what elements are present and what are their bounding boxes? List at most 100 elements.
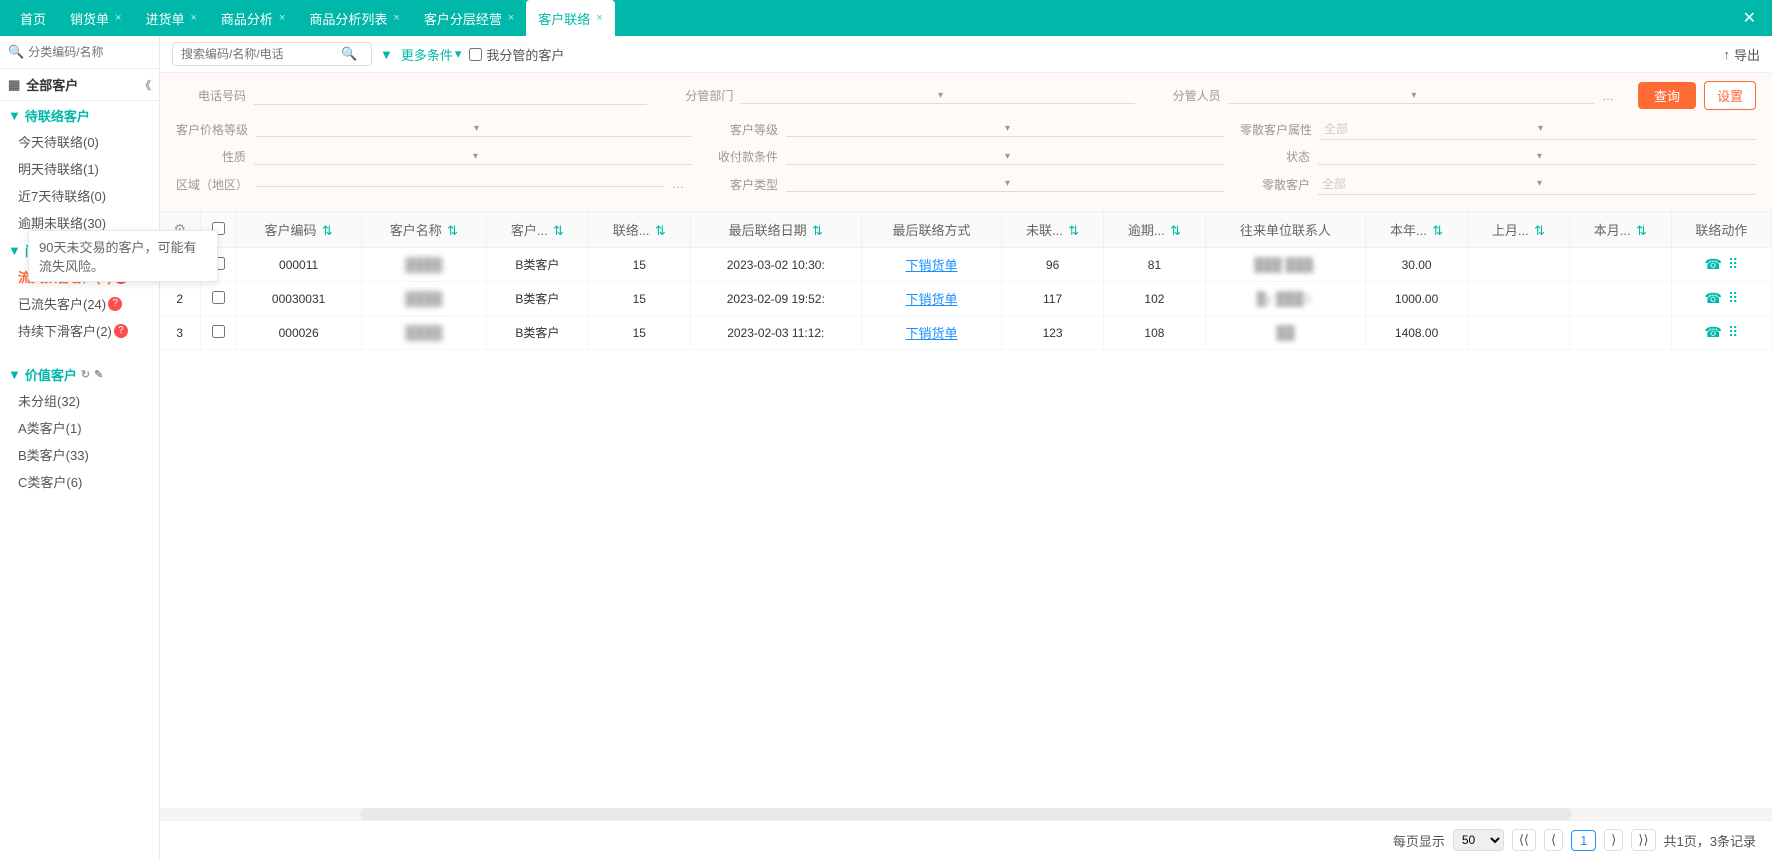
col-overdue: 逾期... ⇅ (1104, 212, 1206, 248)
sidebar-item-churned[interactable]: 已流失客户(24) ? (0, 290, 159, 317)
sidebar-item-declining[interactable]: 持续下滑客户(2) ? (0, 317, 159, 344)
group-pending-contact[interactable]: ▼ 待联络客户 (0, 101, 159, 128)
table-area: ⚙ 客户编码 ⇅ 客户名称 ⇅ (160, 212, 1772, 808)
phone-input[interactable] (254, 86, 647, 105)
sidebar-all-customers[interactable]: ▦ 全部客户 《 (0, 69, 159, 101)
my-customers-filter[interactable]: 我分管的客户 (469, 45, 564, 64)
expand-arrow-problem-icon: ▼ (8, 243, 21, 258)
last-page-button[interactable]: ⟩⟩ (1631, 829, 1655, 851)
sort-type-icon[interactable]: ⇅ (553, 223, 564, 238)
query-button[interactable]: 查询 (1638, 82, 1696, 109)
nav-sales[interactable]: 销货单 × (58, 0, 133, 36)
refresh-icon[interactable]: ↻ (81, 368, 90, 381)
row-last-contact-method[interactable]: 下销货单 (861, 282, 1001, 316)
sidebar-item-tomorrow[interactable]: 明天待联络(1) (0, 155, 159, 182)
row-action-cell: ☎ ⠿ (1671, 248, 1771, 282)
contact-method-link[interactable]: 下销货单 (906, 292, 958, 307)
close-product-analysis-icon[interactable]: × (279, 12, 285, 24)
contact-method-link[interactable]: 下销货单 (906, 326, 958, 341)
customer-type-select[interactable]: ▾ (786, 176, 1224, 192)
close-customer-segmentation-icon[interactable]: × (508, 12, 514, 24)
sort-thismonth-icon[interactable]: ⇅ (1636, 223, 1647, 238)
row-this-year: 1000.00 (1366, 282, 1468, 316)
search-box: 🔍 (172, 42, 372, 66)
nav-purchase[interactable]: 进货单 × (133, 0, 208, 36)
prev-page-button[interactable]: ⟨ (1544, 829, 1563, 851)
sort-contact-icon[interactable]: ⇅ (655, 223, 666, 238)
contact-icon[interactable]: ☎ (1705, 256, 1722, 273)
sort-name-icon[interactable]: ⇅ (447, 223, 458, 238)
col-customer-type: 客户... ⇅ (486, 212, 588, 248)
sidebar-search-input[interactable] (28, 45, 160, 59)
row-last-month (1468, 248, 1570, 282)
col-this-month: 本月... ⇅ (1569, 212, 1671, 248)
sort-uncontacted-icon[interactable]: ⇅ (1068, 223, 1079, 238)
more-action-icon[interactable]: ⠿ (1728, 290, 1738, 307)
more-conditions-button[interactable]: 更多条件 ▾ (401, 45, 462, 64)
sort-year-icon[interactable]: ⇅ (1432, 223, 1443, 238)
close-purchase-icon[interactable]: × (190, 12, 196, 24)
col-code: 客户编码 ⇅ (236, 212, 361, 248)
contact-method-link[interactable]: 下销货单 (906, 258, 958, 273)
retail-customer-select[interactable]: 全部 ▾ (1318, 173, 1756, 195)
sort-code-icon[interactable]: ⇅ (322, 223, 333, 238)
first-page-button[interactable]: ⟨⟨ (1512, 829, 1536, 851)
more-region-icon[interactable]: … (664, 177, 692, 191)
more-person-icon[interactable]: … (1594, 89, 1622, 103)
sort-overdue-icon[interactable]: ⇅ (1170, 223, 1181, 238)
dept-select[interactable]: ▾ (741, 88, 1134, 104)
close-product-analysis-list-icon[interactable]: × (393, 12, 399, 24)
chevron-down-dept-icon: ▾ (938, 90, 1131, 101)
next-page-button[interactable]: ⟩ (1604, 829, 1623, 851)
payment-select[interactable]: ▾ (786, 149, 1224, 165)
close-sales-icon[interactable]: × (115, 12, 121, 24)
sidebar-item-today[interactable]: 今天待联络(0) (0, 128, 159, 155)
customer-level-select[interactable]: ▾ (786, 121, 1224, 137)
nav-product-analysis[interactable]: 商品分析 × (209, 0, 297, 36)
contact-icon[interactable]: ☎ (1705, 290, 1722, 307)
sort-lastmonth-icon[interactable]: ⇅ (1534, 223, 1545, 238)
sidebar-item-class-b[interactable]: B类客户(33) (0, 441, 159, 468)
status-select[interactable]: ▾ (1318, 149, 1756, 165)
row-last-contact-method[interactable]: 下销货单 (861, 248, 1001, 282)
close-customer-contact-icon[interactable]: × (596, 12, 602, 24)
more-action-icon[interactable]: ⠿ (1728, 256, 1738, 273)
row-last-contact-method[interactable]: 下销货单 (861, 316, 1001, 350)
row-overdue: 108 (1104, 316, 1206, 350)
per-page-select[interactable]: 50 100 200 (1453, 829, 1504, 851)
sort-date-icon[interactable]: ⇅ (812, 223, 823, 238)
sidebar-item-7days[interactable]: 近7天待联络(0) (0, 182, 159, 209)
my-customers-checkbox[interactable] (469, 48, 482, 61)
window-close-icon[interactable]: ✕ (1735, 8, 1764, 28)
edit-icon[interactable]: ✎ (94, 368, 103, 381)
search-button[interactable]: 🔍 (341, 46, 357, 62)
group-value-customers[interactable]: ▼ 价值客户 ↻ ✎ (0, 360, 159, 387)
sidebar-item-class-a[interactable]: A类客户(1) (0, 414, 159, 441)
nav-customer-contact[interactable]: 客户联络 × (526, 0, 614, 36)
settings-button[interactable]: 设置 (1704, 81, 1756, 110)
export-button[interactable]: ↑ 导出 (1723, 45, 1760, 64)
region-select[interactable] (256, 182, 664, 187)
sidebar-item-ungroup[interactable]: 未分组(32) (0, 387, 159, 414)
nav-home[interactable]: 首页 (8, 0, 58, 36)
row-checkbox[interactable] (212, 325, 225, 338)
row-customer-type: B类客户 (486, 316, 588, 350)
filter-customer-type: 客户类型 ▾ (708, 176, 1224, 193)
tooltip-box: 90天未交易的客户，可能有流失风险。 (28, 230, 160, 282)
search-input[interactable] (181, 47, 341, 61)
row-action-cell: ☎ ⠿ (1671, 282, 1771, 316)
filter-person: 分管人员 ▾ … (1151, 87, 1622, 104)
sidebar-item-class-c[interactable]: C类客户(6) (0, 468, 159, 495)
row-checkbox[interactable] (212, 291, 225, 304)
filter-icon: ▼ (380, 47, 393, 62)
price-level-select[interactable]: ▾ (256, 121, 692, 137)
current-page: 1 (1571, 830, 1596, 851)
horizontal-scrollbar[interactable] (160, 808, 1772, 820)
nav-customer-segmentation[interactable]: 客户分层经营 × (412, 0, 526, 36)
retail-attr-select[interactable]: 全部 ▾ (1320, 118, 1756, 140)
nature-select[interactable]: ▾ (254, 149, 692, 165)
more-action-icon[interactable]: ⠿ (1728, 324, 1738, 341)
nav-product-analysis-list[interactable]: 商品分析列表 × (297, 0, 411, 36)
person-select[interactable]: ▾ (1229, 88, 1594, 104)
contact-icon[interactable]: ☎ (1705, 324, 1722, 341)
